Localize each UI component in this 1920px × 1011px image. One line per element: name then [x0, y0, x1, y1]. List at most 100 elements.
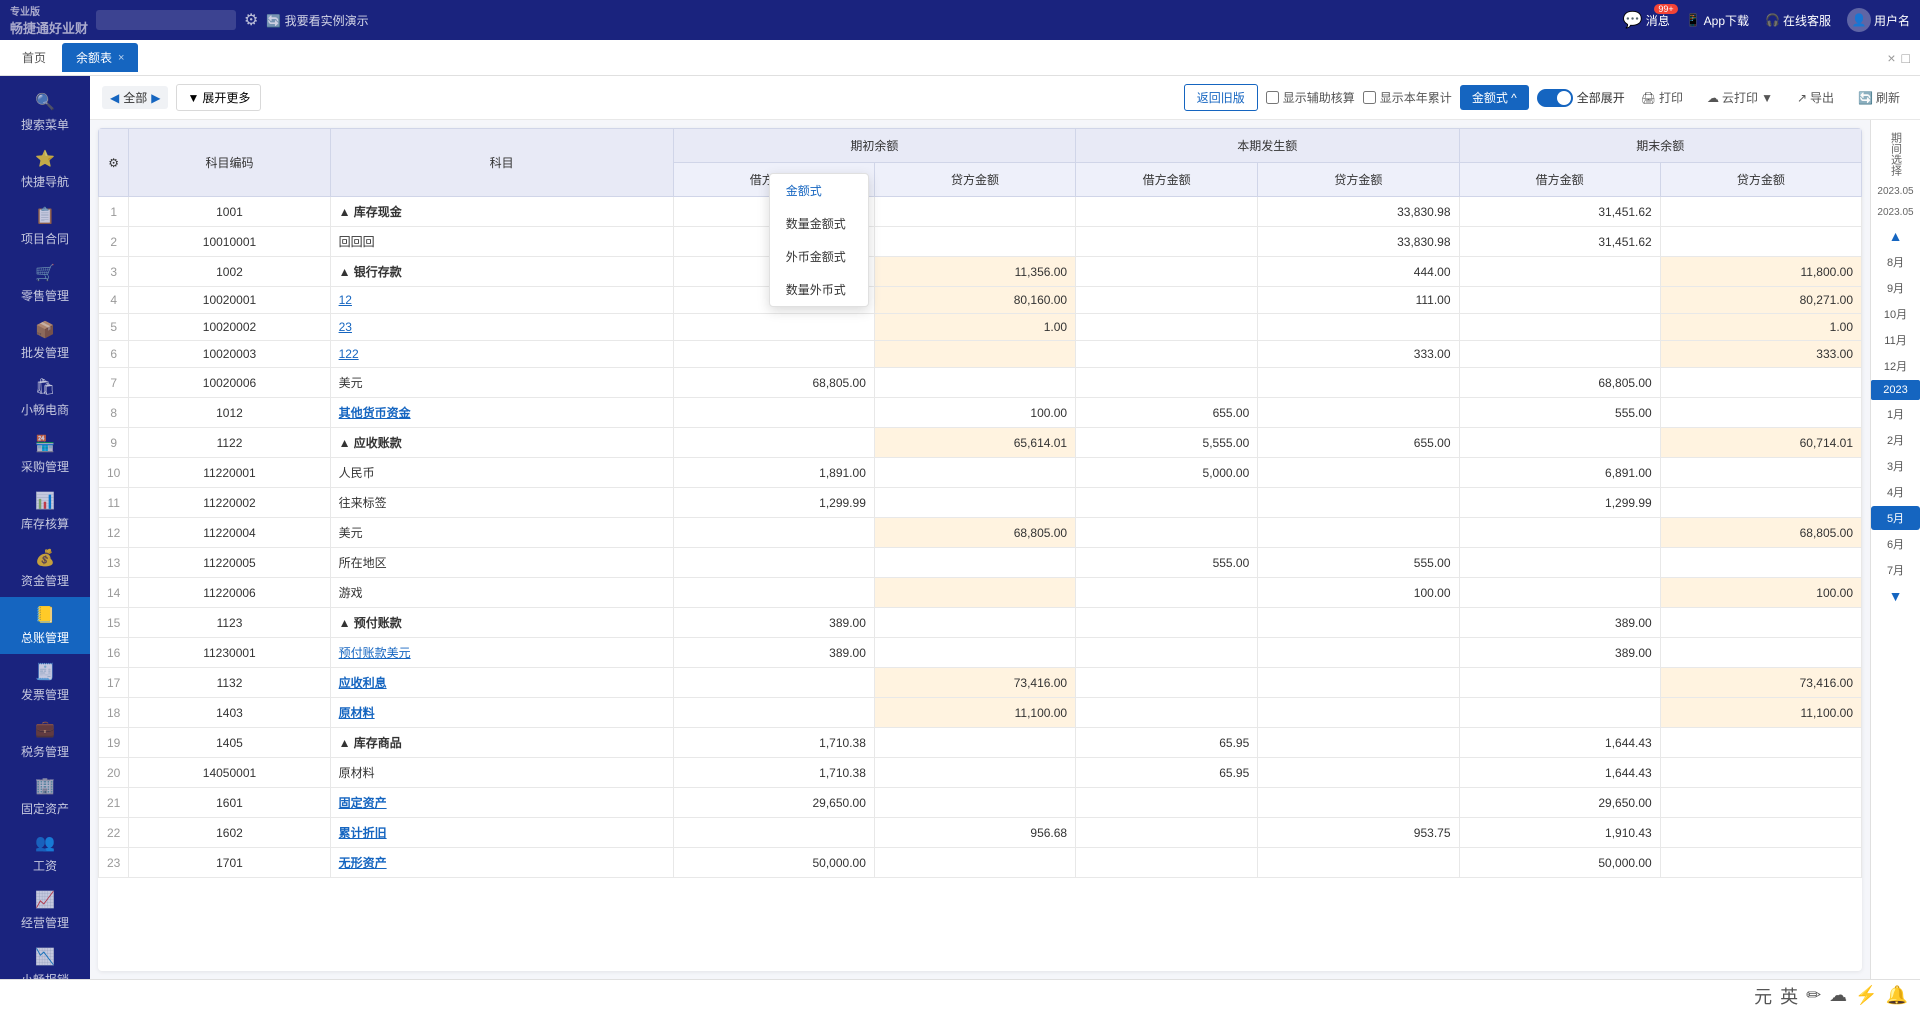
account-name-cell[interactable]: 应收利息 — [330, 668, 673, 698]
user-avatar[interactable]: 👤 用户名 — [1847, 8, 1910, 32]
table-row[interactable]: 191405▲ 库存商品1,710.3865.951,644.43 — [99, 728, 1862, 758]
account-name-cell[interactable]: 累计折旧 — [330, 818, 673, 848]
month-9[interactable]: 9月 — [1871, 276, 1920, 300]
table-row[interactable]: 210010001回回回65,282.6033,830.9831,451.62 — [99, 227, 1862, 257]
tab-yue-biao[interactable]: 余额表 × — [62, 43, 138, 72]
cloud-icon[interactable]: ☁ — [1829, 985, 1847, 1006]
sidebar-item-payroll[interactable]: 👥 工资 — [0, 825, 90, 882]
month-1[interactable]: 1月 — [1871, 402, 1920, 426]
dropdown-item-amount[interactable]: 金额式 — [770, 174, 868, 207]
account-name-cell[interactable]: 人民币 — [330, 458, 673, 488]
table-row[interactable]: 221602累计折旧956.68953.751,910.43 — [99, 818, 1862, 848]
expand-all-toggle[interactable]: 全部展开 — [1537, 89, 1625, 107]
sidebar-item-operations[interactable]: 📈 经营管理 — [0, 882, 90, 939]
sidebar-item-inventory[interactable]: 📊 库存核算 — [0, 483, 90, 540]
sidebar-item-project[interactable]: 📋 项目合同 — [0, 198, 90, 255]
account-name-cell[interactable]: 美元 — [330, 518, 673, 548]
search-right-arrow[interactable]: ▶ — [151, 91, 160, 105]
window-close-btn[interactable]: × — [1887, 50, 1895, 66]
account-name-cell[interactable]: 23 — [330, 314, 673, 341]
tab-home[interactable]: 首页 — [10, 43, 58, 72]
online-service-btn[interactable]: 🎧 在线客服 — [1765, 12, 1831, 29]
table-row[interactable]: 81012其他货币资金100.00655.00555.00 — [99, 398, 1862, 428]
sidebar-item-invoice[interactable]: 🧾 发票管理 — [0, 654, 90, 711]
table-row[interactable]: 510020002231.001.00 — [99, 314, 1862, 341]
demo-label[interactable]: 🔄 我要看实例演示 — [266, 12, 368, 29]
tab-close-btn[interactable]: × — [118, 52, 124, 64]
table-row[interactable]: 211601固定资产29,650.0029,650.00 — [99, 788, 1862, 818]
search-left-arrow[interactable]: ◀ — [110, 91, 119, 105]
month-6[interactable]: 6月 — [1871, 532, 1920, 556]
amount-mode-btn[interactable]: 金额式 ^ — [1460, 85, 1529, 110]
sidebar-item-retail[interactable]: 🛒 零售管理 — [0, 255, 90, 312]
sidebar-item-tax[interactable]: 💼 税务管理 — [0, 711, 90, 768]
month-10[interactable]: 10月 — [1871, 302, 1920, 326]
sidebar-item-expense[interactable]: 📉 小畅报销 — [0, 939, 90, 979]
table-row[interactable]: 31002▲ 银行存款11,356.00444.0011,800.00 — [99, 257, 1862, 287]
toggle-control[interactable] — [1537, 89, 1573, 107]
chevron-down-btn[interactable]: ▼ — [1871, 584, 1920, 608]
dropdown-item-foreign-amount[interactable]: 外币金额式 — [770, 240, 868, 273]
print-btn[interactable]: 🖨 打印 — [1633, 85, 1691, 110]
table-row[interactable]: 181403原材料11,100.0011,100.00 — [99, 698, 1862, 728]
account-name-cell[interactable]: ▲ 预付账款 — [330, 608, 673, 638]
table-row[interactable]: 1211220004美元68,805.0068,805.00 — [99, 518, 1862, 548]
account-name-cell[interactable]: ▲ 库存商品 — [330, 728, 673, 758]
account-name-cell[interactable]: 预付账款美元 — [330, 638, 673, 668]
app-download-btn[interactable]: 📱 App下载 — [1686, 12, 1749, 29]
edit-icon[interactable]: ✏ — [1806, 985, 1821, 1006]
table-row[interactable]: 2014050001原材料1,710.3865.951,644.43 — [99, 758, 1862, 788]
sidebar-item-ledger[interactable]: 📒 总账管理 — [0, 597, 90, 654]
account-search-box[interactable]: ◀ 全部 ▶ — [102, 86, 168, 109]
account-name-cell[interactable]: ▲ 应收账款 — [330, 428, 673, 458]
month-2[interactable]: 2月 — [1871, 428, 1920, 452]
bell-icon[interactable]: 🔔 — [1886, 985, 1908, 1006]
table-container[interactable]: ⚙ 科目编码 科目 期初余额 本期发生额 期末余额 借方金额 贷方金额 借方金额… — [98, 128, 1862, 971]
notification-btn[interactable]: 💬 消息 99+ — [1623, 10, 1670, 30]
account-name-cell[interactable]: ▲ 银行存款 — [330, 257, 673, 287]
month-12[interactable]: 12月 — [1871, 354, 1920, 378]
return-old-version-btn[interactable]: 返回旧版 — [1184, 84, 1258, 111]
sidebar-item-ecommerce[interactable]: 🛍 小畅电商 — [0, 369, 90, 426]
year-2023-btn[interactable]: 2023 — [1871, 380, 1920, 400]
account-name-cell[interactable]: 无形资产 — [330, 848, 673, 878]
month-8[interactable]: 8月 — [1871, 250, 1920, 274]
lightning-icon[interactable]: ⚡ — [1855, 985, 1877, 1006]
account-name-cell[interactable]: 其他货币资金 — [330, 398, 673, 428]
account-name-cell[interactable]: 美元 — [330, 368, 673, 398]
month-11[interactable]: 11月 — [1871, 328, 1920, 352]
month-3[interactable]: 3月 — [1871, 454, 1920, 478]
table-row[interactable]: 710020006美元68,805.0068,805.00 — [99, 368, 1862, 398]
table-row[interactable]: 4100200011280,160.00111.0080,271.00 — [99, 287, 1862, 314]
table-row[interactable]: 1411220006游戏100.00100.00 — [99, 578, 1862, 608]
table-row[interactable]: 231701无形资产50,000.0050,000.00 — [99, 848, 1862, 878]
table-row[interactable]: 610020003122333.00333.00 — [99, 341, 1862, 368]
account-name-cell[interactable]: ▲ 库存现金 — [330, 197, 673, 227]
account-name-cell[interactable]: 回回回 — [330, 227, 673, 257]
table-row[interactable]: 1111220002往来标签1,299.991,299.99 — [99, 488, 1862, 518]
dropdown-item-qty-foreign[interactable]: 数量外币式 — [770, 273, 868, 306]
account-name-cell[interactable]: 原材料 — [330, 698, 673, 728]
account-name-cell[interactable]: 固定资产 — [330, 788, 673, 818]
refresh-btn[interactable]: 🔄 刷新 — [1850, 85, 1908, 110]
period-2023-05-2[interactable]: 2023.05 — [1871, 203, 1920, 222]
table-row[interactable]: 151123▲ 预付账款389.00389.00 — [99, 608, 1862, 638]
window-maximize-btn[interactable]: □ — [1902, 50, 1910, 66]
account-name-cell[interactable]: 所在地区 — [330, 548, 673, 578]
month-5-active[interactable]: 5月 — [1871, 506, 1920, 530]
table-row[interactable]: 1011220001人民币1,891.005,000.006,891.00 — [99, 458, 1862, 488]
dropdown-item-qty-amount[interactable]: 数量金额式 — [770, 207, 868, 240]
table-row[interactable]: 1611230001预付账款美元389.00389.00 — [99, 638, 1862, 668]
month-7[interactable]: 7月 — [1871, 558, 1920, 582]
expand-more-btn[interactable]: ▼ 展开更多 — [176, 84, 261, 111]
chevron-up-icon[interactable]: ▲ — [1871, 224, 1920, 248]
english-icon[interactable]: 英 — [1780, 983, 1798, 1009]
show-assistant-checkbox[interactable]: 显示辅助核算 — [1266, 89, 1355, 106]
cloud-print-btn[interactable]: ☁ 云打印 ▼ — [1699, 85, 1781, 110]
settings-icon[interactable]: ⚙ — [244, 10, 258, 30]
account-name-cell[interactable]: 122 — [330, 341, 673, 368]
sidebar-item-quicknav[interactable]: ⭐ 快捷导航 — [0, 141, 90, 198]
table-row[interactable]: 11001▲ 库存现金65,282.6033,830.9831,451.62 — [99, 197, 1862, 227]
sidebar-item-purchase[interactable]: 🏪 采购管理 — [0, 426, 90, 483]
sidebar-item-fixed-assets[interactable]: 🏢 固定资产 — [0, 768, 90, 825]
